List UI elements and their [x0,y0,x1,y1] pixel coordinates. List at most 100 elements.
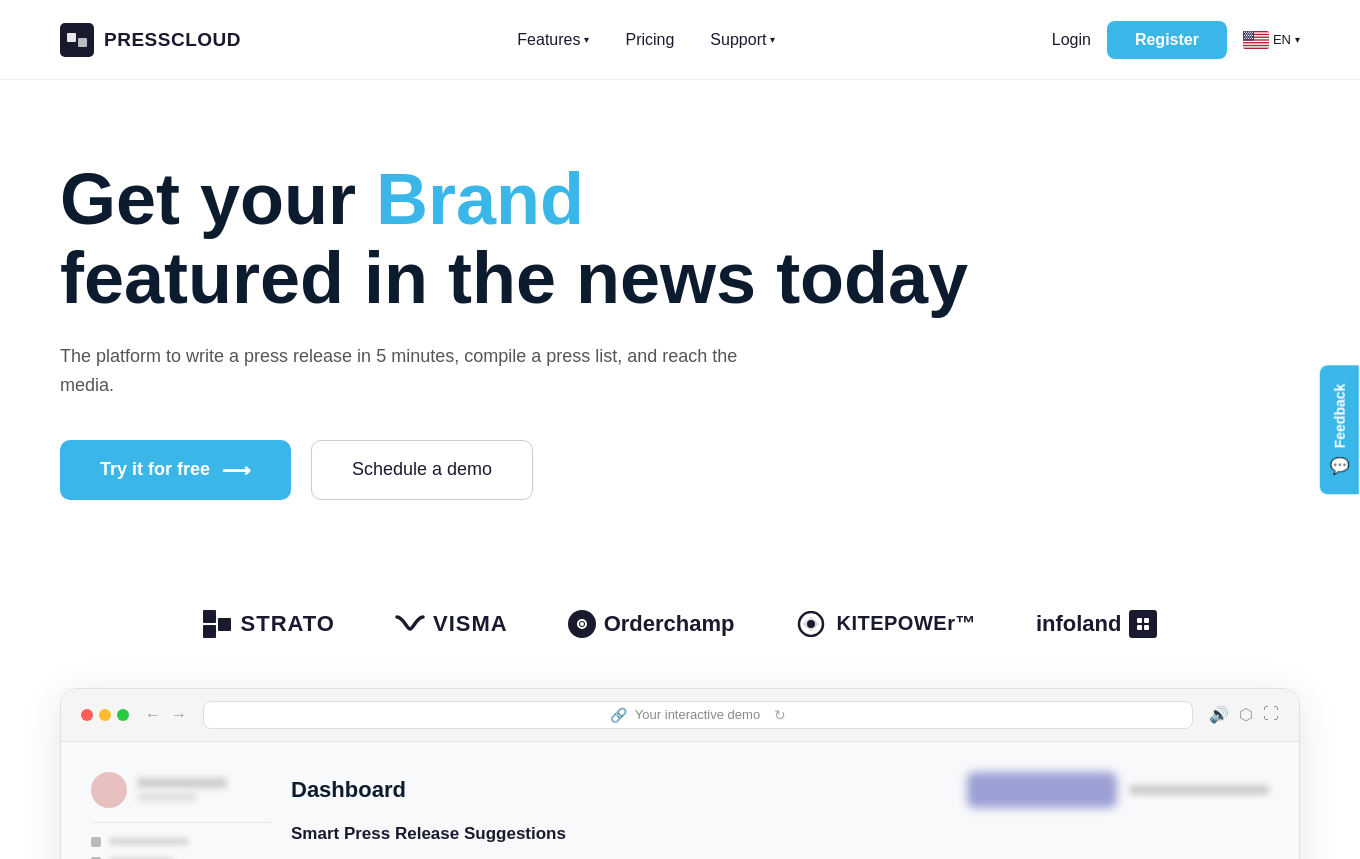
refresh-icon[interactable]: ↻ [774,707,786,723]
logo-orderchamp: Orderchamp [568,610,735,638]
nav-icon [91,837,101,847]
hero-brand-word: Brand [376,159,584,239]
mute-icon[interactable]: 🔊 [1209,705,1229,724]
browser-content: Dashboard Smart Press Release Suggestion… [61,742,1299,859]
svg-rect-6 [1243,40,1269,41]
svg-point-31 [1250,38,1251,39]
svg-point-10 [1244,31,1245,32]
logos-section: STRATO VISMA Orderchamp KITEPOWEr™ infol… [0,560,1360,688]
browser-nav: ← → [145,706,187,724]
nav-forward[interactable]: → [171,706,187,724]
logo-visma: VISMA [395,611,508,637]
svg-point-12 [1248,31,1249,32]
hero-subheading: The platform to write a press release in… [60,342,760,400]
arrow-icon: ⟶ [222,458,251,482]
visma-logo-icon [395,613,425,635]
logo-icon [60,23,94,57]
nav-features[interactable]: Features ▾ [517,31,589,49]
schedule-demo-button[interactable]: Schedule a demo [311,440,533,500]
svg-point-11 [1246,31,1247,32]
nav-right: Login Register [1052,21,1300,59]
nav-center: Features ▾ Pricing Support ▾ [517,31,775,49]
logo-text: PRESSCLOUD [104,29,241,51]
strato-logo-icon [203,610,233,638]
support-chevron: ▾ [770,34,775,45]
sidebar-nav-items [91,837,271,859]
dot-green [117,709,129,721]
list-item [91,837,271,847]
logo-kitepower: KITEPOWEr™ [794,611,975,637]
svg-point-15 [1245,33,1246,34]
dot-yellow [99,709,111,721]
svg-rect-35 [218,618,231,631]
user-info [137,778,227,801]
sidebar-user-row [91,772,271,808]
dashboard-row: Dashboard [291,772,1269,808]
nav-support[interactable]: Support ▾ [710,31,775,49]
browser-actions: 🔊 ⬡ ⛶ [1209,705,1279,724]
user-role-line [137,793,197,801]
svg-point-25 [1247,36,1248,37]
hero-section: Get your Brand featured in the news toda… [0,80,1360,560]
svg-point-23 [1252,34,1253,35]
hero-headline: Get your Brand featured in the news toda… [60,160,1300,318]
browser-mockup: ← → 🔗 Your interactive demo ↻ 🔊 ⬡ ⛶ [60,688,1300,859]
svg-rect-0 [67,33,76,42]
svg-point-18 [1251,33,1252,34]
svg-point-20 [1246,34,1247,35]
lang-label: EN [1273,32,1291,47]
fullscreen-icon[interactable]: ⛶ [1263,705,1279,724]
svg-point-22 [1250,34,1251,35]
svg-rect-8 [1243,46,1269,47]
nav-back[interactable]: ← [145,706,161,724]
svg-point-29 [1246,38,1247,39]
kitepower-logo-icon [794,611,828,637]
feedback-widget[interactable]: 💬 Feedback [1320,365,1359,494]
svg-point-28 [1244,38,1245,39]
svg-rect-1 [78,38,87,47]
browser-wrap: ← → 🔗 Your interactive demo ↻ 🔊 ⬡ ⛶ [0,688,1360,859]
login-button[interactable]: Login [1052,31,1091,49]
svg-point-27 [1251,36,1252,37]
feedback-icon: 💬 [1330,456,1350,475]
try-free-button[interactable]: Try it for free ⟶ [60,440,291,500]
dashboard-title: Dashboard [291,777,406,803]
register-button[interactable]: Register [1107,21,1227,59]
avatar [91,772,127,808]
username-line [137,778,227,788]
hero-buttons: Try it for free ⟶ Schedule a demo [60,440,1300,500]
logo[interactable]: PRESSCLOUD [60,23,241,57]
blurred-action-text [1129,785,1269,795]
dashboard-actions [967,772,1269,808]
logo-strato: STRATO [203,610,335,638]
main-content-mock: Dashboard Smart Press Release Suggestion… [291,762,1269,859]
svg-rect-34 [203,625,216,638]
infoland-icon [1129,610,1157,638]
browser-dots [81,709,129,721]
svg-point-30 [1248,38,1249,39]
svg-point-32 [1252,38,1253,39]
svg-point-36 [580,622,584,626]
sidebar-mock [91,762,271,859]
svg-rect-33 [203,610,216,623]
flag-icon [1243,31,1269,49]
navbar: PRESSCLOUD Features ▾ Pricing Support ▾ … [0,0,1360,80]
browser-bar: ← → 🔗 Your interactive demo ↻ 🔊 ⬡ ⛶ [61,689,1299,742]
svg-point-24 [1245,36,1246,37]
cast-icon[interactable]: ⬡ [1239,705,1253,724]
language-selector[interactable]: EN ▾ [1243,31,1300,49]
nav-pricing[interactable]: Pricing [625,31,674,49]
press-release-heading: Smart Press Release Suggestions [291,824,1269,844]
dot-red [81,709,93,721]
browser-url: 🔗 Your interactive demo ↻ [203,701,1193,729]
svg-point-14 [1252,31,1253,32]
svg-point-38 [807,620,815,628]
svg-point-26 [1249,36,1250,37]
svg-point-19 [1244,34,1245,35]
svg-rect-7 [1243,43,1269,44]
sidebar-divider [91,822,271,823]
orderchamp-circle [568,610,596,638]
svg-rect-42 [1144,625,1149,630]
logo-infoland: infoland [1036,610,1158,638]
svg-rect-39 [1137,618,1142,623]
